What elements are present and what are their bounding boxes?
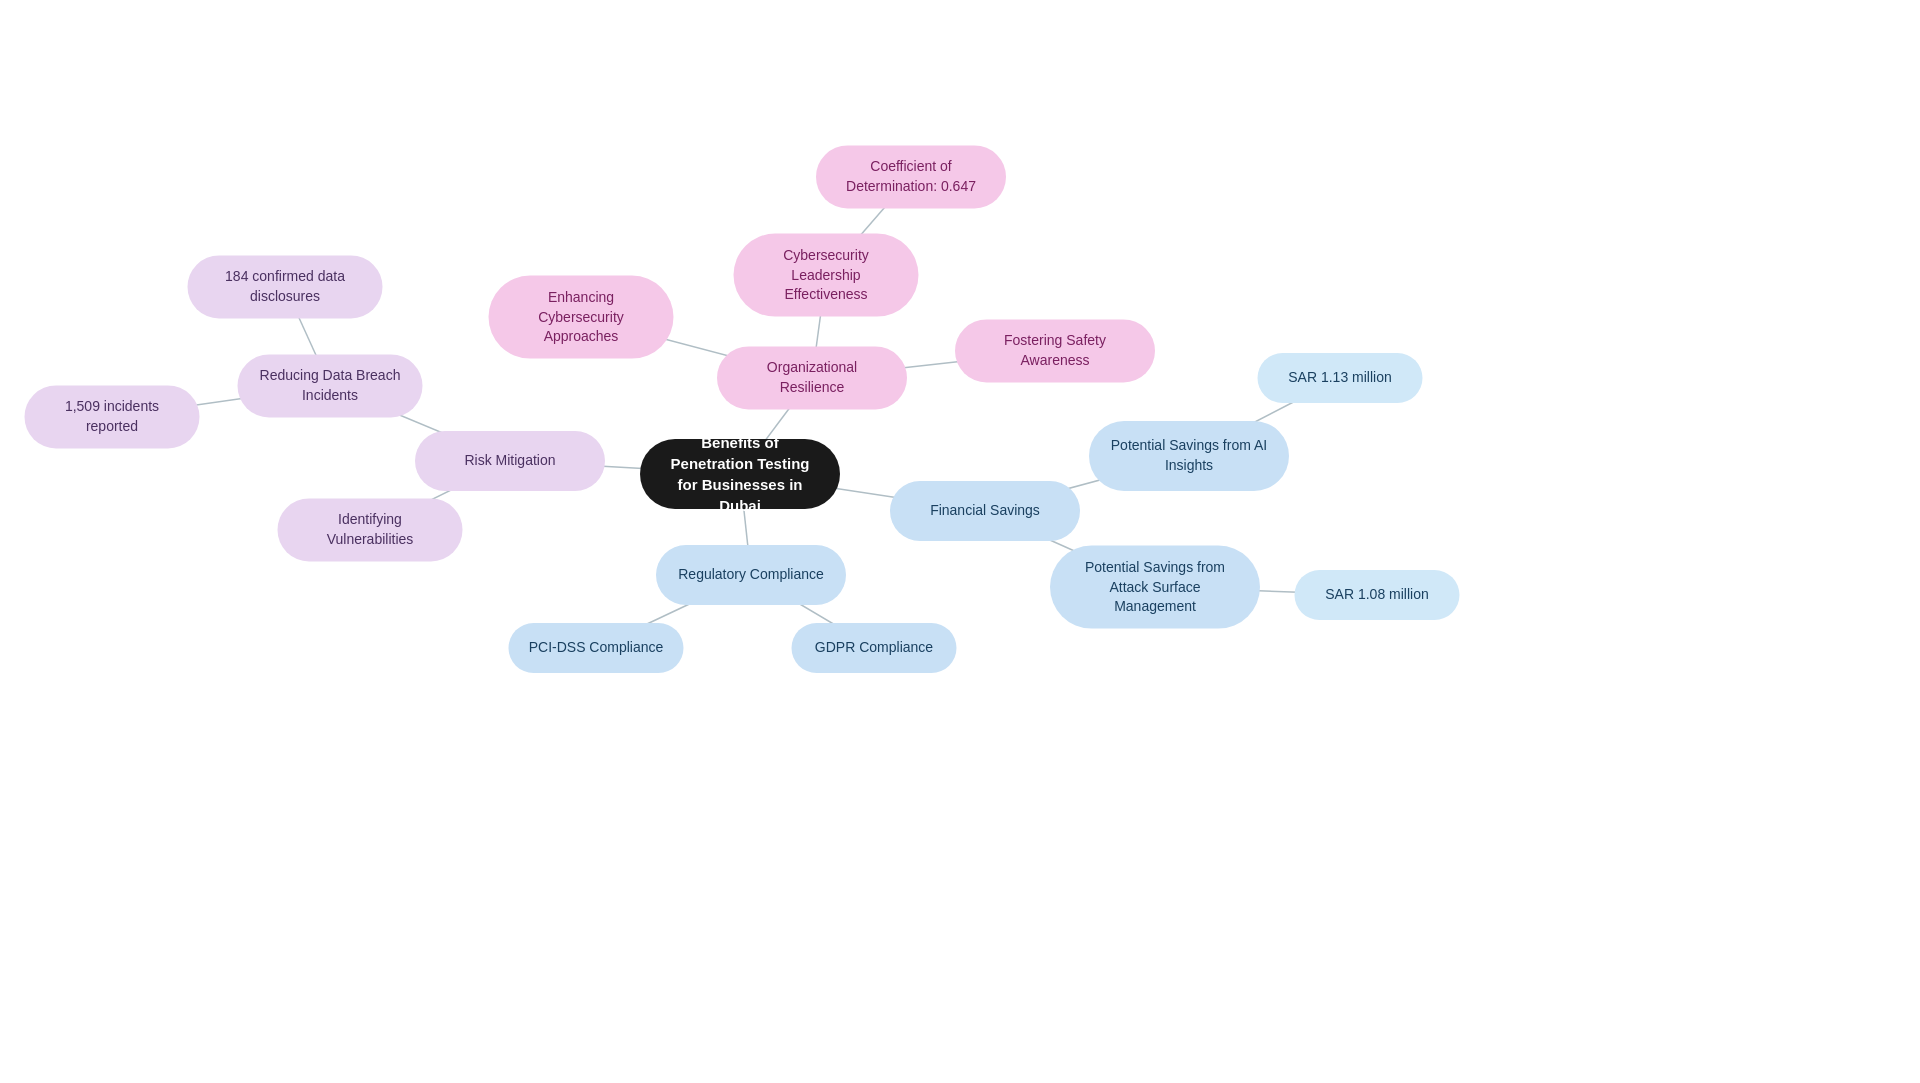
center-node: Benefits of Penetration Testing for Busi… [640, 439, 840, 509]
fostering-safety-node: Fostering Safety Awareness [955, 319, 1155, 382]
cybersecurity-leadership-node: Cybersecurity Leadership Effectiveness [734, 234, 919, 317]
organizational-resilience-node: Organizational Resilience [717, 346, 907, 409]
pci-dss-node: PCI-DSS Compliance [509, 623, 684, 673]
regulatory-compliance-node: Regulatory Compliance [656, 545, 846, 605]
confirmed-data-node: 184 confirmed data disclosures [188, 255, 383, 318]
potential-savings-attack-node: Potential Savings from Attack Surface Ma… [1050, 546, 1260, 629]
gdpr-node: GDPR Compliance [792, 623, 957, 673]
coefficient-node: Coefficient of Determination: 0.647 [816, 145, 1006, 208]
enhancing-cybersecurity-node: Enhancing Cybersecurity Approaches [489, 276, 674, 359]
financial-savings-node: Financial Savings [890, 481, 1080, 541]
risk-mitigation-node: Risk Mitigation [415, 431, 605, 491]
potential-savings-ai-node: Potential Savings from AI Insights [1089, 421, 1289, 491]
sar-108-node: SAR 1.08 million [1295, 570, 1460, 620]
sar-113-node: SAR 1.13 million [1258, 353, 1423, 403]
reducing-data-breach-node: Reducing Data Breach Incidents [238, 354, 423, 417]
identifying-vulnerabilities-node: Identifying Vulnerabilities [278, 498, 463, 561]
incidents-reported-node: 1,509 incidents reported [25, 385, 200, 448]
